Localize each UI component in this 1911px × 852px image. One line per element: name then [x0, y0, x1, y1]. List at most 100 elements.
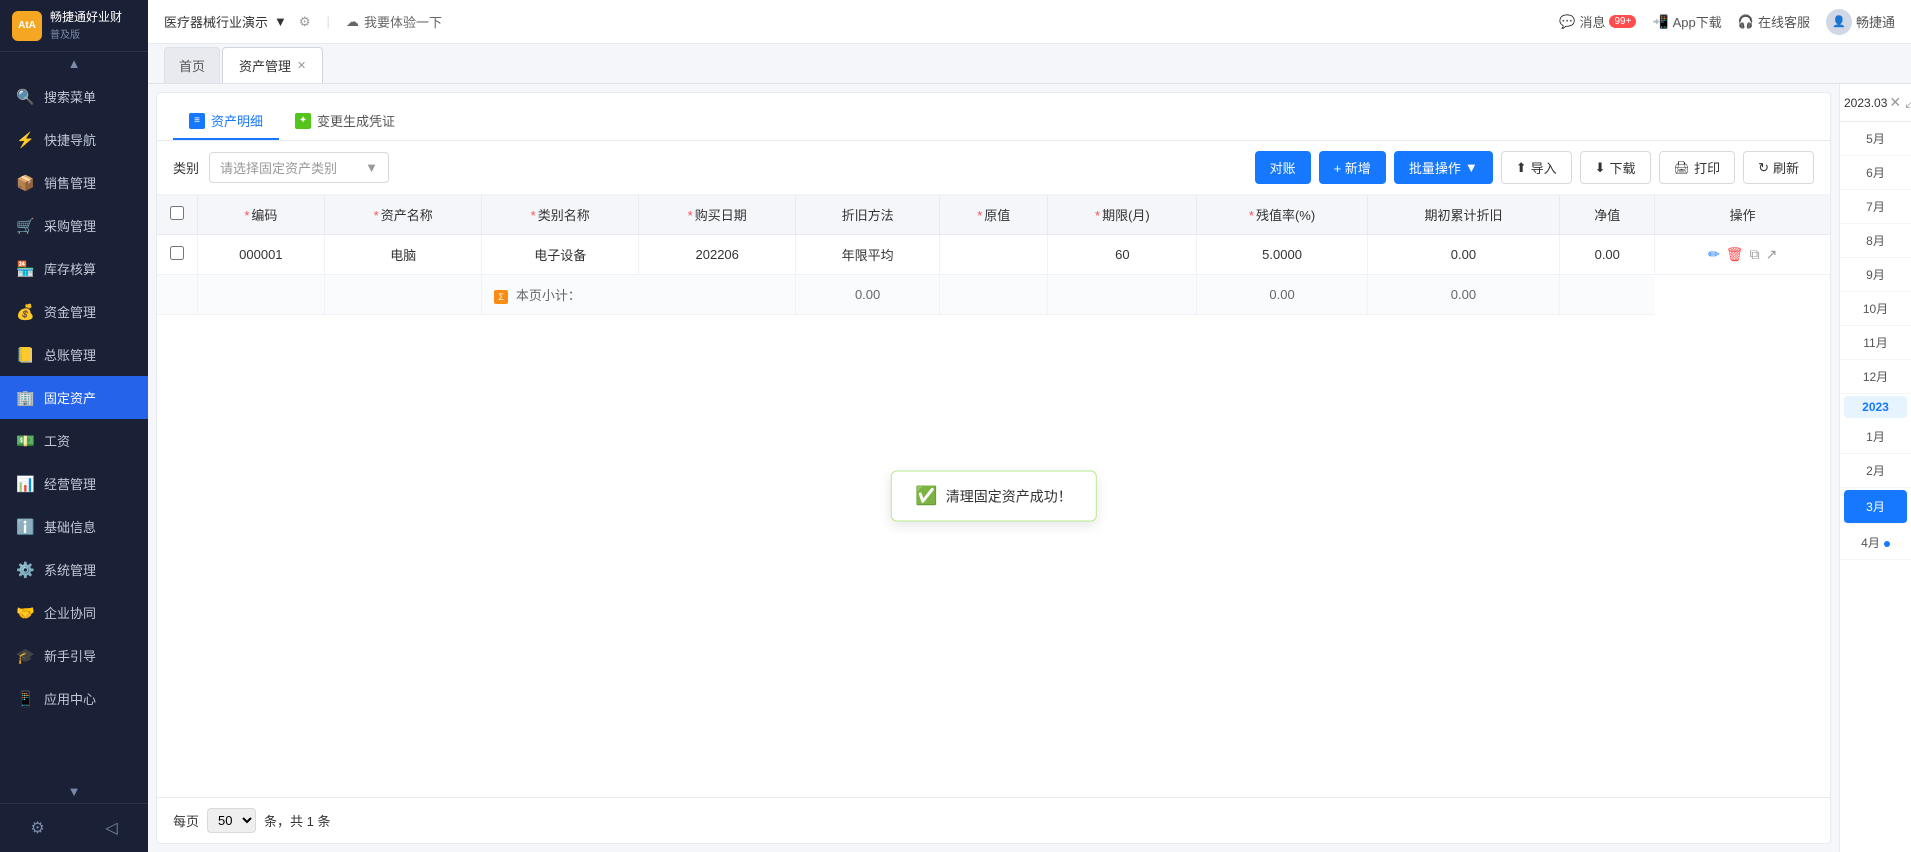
th-code: *编码 [197, 195, 325, 235]
sidebar-item-beginner[interactable]: 🎓 新手引导 [0, 634, 148, 677]
messages-btn[interactable]: 💬 消息 99+ [1559, 12, 1636, 31]
th-name: *资产名称 [325, 195, 482, 235]
sidebar-item-basic-info[interactable]: ℹ️ 基础信息 [0, 505, 148, 548]
row-depreciation-method: 年限平均 [796, 235, 940, 275]
sidebar-label-sales: 销售管理 [44, 173, 96, 192]
timeline-expand-btn[interactable]: ⤢ [1903, 92, 1911, 113]
timeline-month-4[interactable]: 4月 [1840, 526, 1911, 560]
download-btn[interactable]: ⬇ 下载 [1580, 151, 1651, 184]
tab-asset-management[interactable]: 资产管理 ✕ [222, 47, 323, 83]
company-selector[interactable]: 医疗器械行业演示 ▼ [164, 12, 287, 31]
app-name: 畅捷通好业财 [50, 10, 122, 26]
enterprise-icon: 🤝 [16, 604, 34, 622]
timeline-month-9[interactable]: 9月 [1840, 258, 1911, 292]
table-wrap: *编码 *资产名称 *类别名称 *购买日期 折旧方法 *原值 *期限(月) *残… [157, 195, 1830, 797]
toolbar: 类别 请选择固定资产类别 ▼ 对账 + 新增 批量操作 ▼ [157, 141, 1830, 195]
timeline-month-6[interactable]: 6月 [1840, 156, 1911, 190]
subtotal-row: Σ 本页小计： 0.00 0.00 0.00 [157, 275, 1830, 315]
company-name: 医疗器械行业演示 [164, 12, 268, 31]
subtotal-original-value: 0.00 [796, 275, 940, 315]
purchase-icon: 🛒 [16, 217, 34, 235]
per-page-label: 每页 [173, 811, 199, 830]
settings-icon[interactable]: ⚙ [24, 812, 50, 844]
sidebar-scroll-up[interactable]: ▲ [0, 52, 148, 75]
timeline-close-btn[interactable]: ✕ [1887, 92, 1903, 113]
sidebar-item-fixed-assets[interactable]: 🏢 固定资产 [0, 376, 148, 419]
timeline-month-2[interactable]: 2月 [1840, 454, 1911, 488]
sub-tab-change-voucher[interactable]: ✦ 变更生成凭证 [279, 103, 411, 140]
select-all-checkbox[interactable] [170, 206, 184, 220]
print-icon: 🖨 [1674, 160, 1691, 176]
sidebar-item-enterprise[interactable]: 🤝 企业协同 [0, 591, 148, 634]
batch-dropdown-icon: ▼ [1465, 160, 1478, 175]
fund-icon: 💰 [16, 303, 34, 321]
divider: | [327, 14, 330, 29]
settings-gear-icon[interactable]: ⚙ [299, 14, 311, 30]
sidebar-item-sales[interactable]: 📦 销售管理 [0, 161, 148, 204]
import-btn[interactable]: ⬆ 导入 [1501, 151, 1572, 184]
import-label: 导入 [1531, 158, 1557, 177]
sidebar-label-quick-nav: 快捷导航 [44, 130, 96, 149]
delete-icon[interactable]: 🗑 [1726, 246, 1744, 263]
sidebar-label-ledger: 总账管理 [44, 345, 96, 364]
tab-close-icon[interactable]: ✕ [297, 59, 306, 72]
sidebar-label-app-center: 应用中心 [44, 689, 96, 708]
th-period: *期限(月) [1048, 195, 1197, 235]
category-select[interactable]: 请选择固定资产类别 ▼ [209, 152, 389, 183]
batch-btn[interactable]: 批量操作 ▼ [1394, 151, 1493, 184]
sidebar-item-system[interactable]: ⚙️ 系统管理 [0, 548, 148, 591]
timeline-month-5[interactable]: 5月 [1840, 122, 1911, 156]
payroll-icon: 💵 [16, 432, 34, 450]
timeline-month-3-current[interactable]: 3月 [1844, 490, 1907, 524]
app-download-btn[interactable]: 📲 App下载 [1652, 12, 1721, 31]
new-btn[interactable]: + 新增 [1319, 151, 1386, 184]
sidebar-item-search[interactable]: 🔍 搜索菜单 [0, 75, 148, 118]
online-service-label: 在线客服 [1758, 12, 1810, 31]
sidebar-item-ledger[interactable]: 📒 总账管理 [0, 333, 148, 376]
user-profile-btn[interactable]: 👤 畅捷通 [1826, 9, 1895, 35]
timeline-month-11[interactable]: 11月 [1840, 326, 1911, 360]
sidebar-scroll-down[interactable]: ▼ [0, 780, 148, 803]
sidebar-item-fund[interactable]: 💰 资金管理 [0, 290, 148, 333]
edit-icon[interactable]: ✏ [1708, 246, 1720, 263]
action-icons-group: ✏ 🗑 ⧉ ↗ [1667, 246, 1818, 263]
sidebar-item-inventory[interactable]: 🏪 库存核算 [0, 247, 148, 290]
import-icon: ⬆ [1516, 160, 1527, 176]
th-action: 操作 [1655, 195, 1830, 235]
sub-tab-asset-detail[interactable]: ≡ 资产明细 [173, 103, 279, 140]
sidebar-item-app-center[interactable]: 📱 应用中心 [0, 677, 148, 720]
tabs-bar: 首页 资产管理 ✕ [148, 44, 1911, 84]
topbar: 医疗器械行业演示 ▼ ⚙ | ☁ 我要体验一下 💬 消息 99+ 📲 App下载… [148, 0, 1911, 44]
feedback-btn[interactable]: ☁ 我要体验一下 [346, 12, 442, 31]
print-btn[interactable]: 🖨 打印 [1659, 151, 1736, 184]
timeline-month-1[interactable]: 1月 [1840, 420, 1911, 454]
tab-home-label: 首页 [179, 56, 205, 75]
row-checkbox-cell [157, 235, 197, 275]
sidebar-item-purchase[interactable]: 🛒 采购管理 [0, 204, 148, 247]
success-message: 清理固定资产成功！ [946, 486, 1072, 506]
sub-tab-change-voucher-label: 变更生成凭证 [317, 111, 395, 130]
timeline-month-12[interactable]: 12月 [1840, 360, 1911, 394]
copy-icon[interactable]: ⧉ [1750, 246, 1760, 263]
refresh-btn[interactable]: ↻ 刷新 [1743, 151, 1814, 184]
tab-home[interactable]: 首页 [164, 47, 220, 83]
timeline-month-10[interactable]: 10月 [1840, 292, 1911, 326]
reconcile-btn[interactable]: 对账 [1255, 151, 1311, 184]
sidebar-label-search: 搜索菜单 [44, 87, 96, 106]
sidebar-label-inventory: 库存核算 [44, 259, 96, 278]
timeline-year-divider: 2023 [1844, 396, 1907, 418]
timeline-month-8[interactable]: 8月 [1840, 224, 1911, 258]
row-checkbox[interactable] [170, 246, 184, 260]
subtotal-empty-4 [940, 275, 1048, 315]
page-size-select[interactable]: 50 [207, 808, 256, 833]
sidebar-item-quick-nav[interactable]: ⚡ 快捷导航 [0, 118, 148, 161]
asset-detail-icon: ≡ [189, 113, 205, 129]
row-initial-depreciation: 0.00 [1367, 235, 1559, 275]
timeline-month-7[interactable]: 7月 [1840, 190, 1911, 224]
online-service-btn[interactable]: 🎧 在线客服 [1738, 12, 1810, 31]
sidebar-item-payroll[interactable]: 💵 工资 [0, 419, 148, 462]
sidebar-item-operation[interactable]: 📊 经营管理 [0, 462, 148, 505]
more-icon[interactable]: ↗ [1766, 246, 1778, 263]
logo-area: AtA 畅捷通好业财 普及版 [0, 0, 148, 52]
collapse-sidebar-icon[interactable]: ◁ [99, 812, 123, 844]
